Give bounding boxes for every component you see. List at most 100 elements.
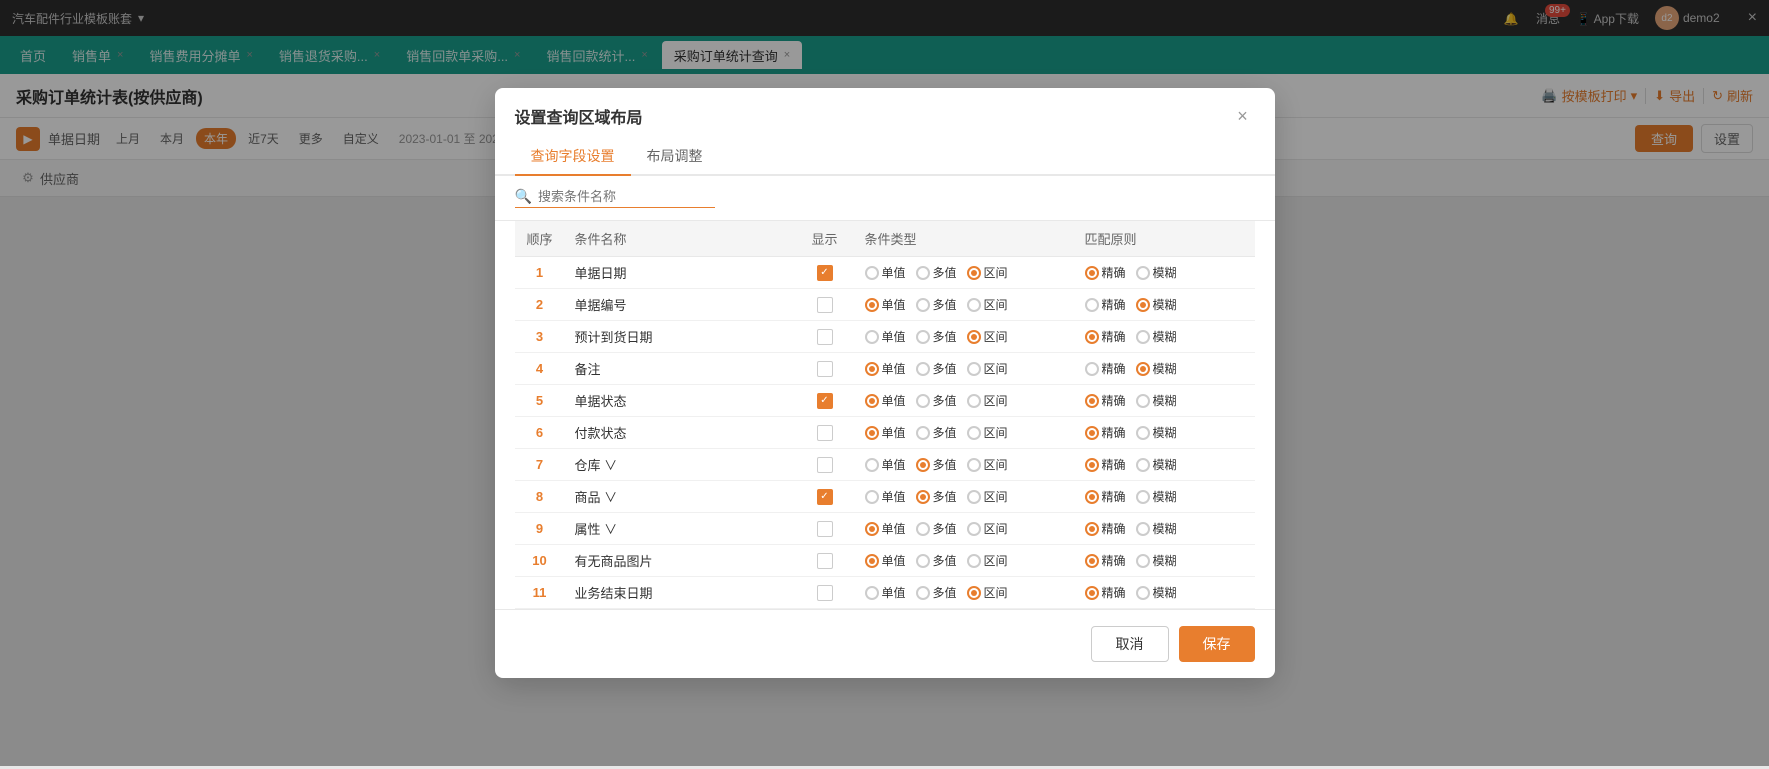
type-radio-多值-5[interactable]: 多值 <box>916 392 957 409</box>
rule-radio-精确-4[interactable]: 精确 <box>1085 360 1126 377</box>
rule-radio-模糊-1[interactable]: 模糊 <box>1136 264 1177 281</box>
rule-radio-模糊-10[interactable]: 模糊 <box>1136 552 1177 569</box>
order-num: 5 <box>536 393 543 408</box>
rule-radio-精确-2[interactable]: 精确 <box>1085 296 1126 313</box>
row-rule-1: 精确模糊 <box>1075 257 1255 289</box>
type-radio-单值-2[interactable]: 单值 <box>865 296 906 313</box>
rule-radio-模糊-2[interactable]: 模糊 <box>1136 296 1177 313</box>
rule-radio-模糊-7[interactable]: 模糊 <box>1136 456 1177 473</box>
type-radio-单值-6[interactable]: 单值 <box>865 424 906 441</box>
display-checkbox-10[interactable] <box>817 553 833 569</box>
rule-radio-精确-10[interactable]: 精确 <box>1085 552 1126 569</box>
radio-circle-rule-0 <box>1085 298 1099 312</box>
rule-radio-精确-7[interactable]: 精确 <box>1085 456 1126 473</box>
rule-radio-精确-11[interactable]: 精确 <box>1085 584 1126 601</box>
rule-radio-模糊-9[interactable]: 模糊 <box>1136 520 1177 537</box>
type-radio-单值-1[interactable]: 单值 <box>865 264 906 281</box>
row-name-3: 预计到货日期 <box>565 321 795 353</box>
display-checkbox-6[interactable] <box>817 425 833 441</box>
modal-header: 设置查询区域布局 × <box>495 88 1275 128</box>
radio-circle-rule-1 <box>1136 426 1150 440</box>
radio-circle-type-2 <box>967 522 981 536</box>
display-checkbox-11[interactable] <box>817 585 833 601</box>
rule-radio-精确-3[interactable]: 精确 <box>1085 328 1126 345</box>
rule-radio-精确-6[interactable]: 精确 <box>1085 424 1126 441</box>
display-checkbox-3[interactable] <box>817 329 833 345</box>
type-radio-区间-6[interactable]: 区间 <box>967 424 1008 441</box>
modal-dialog: 设置查询区域布局 × 查询字段设置 布局调整 🔍 顺序 <box>495 88 1275 678</box>
rule-radio-模糊-5[interactable]: 模糊 <box>1136 392 1177 409</box>
radio-circle-type-2 <box>967 490 981 504</box>
row-display-5: ✓ <box>795 385 855 417</box>
rule-radio-精确-5[interactable]: 精确 <box>1085 392 1126 409</box>
row-order-2: 2 <box>515 289 565 321</box>
th-rule: 匹配原则 <box>1075 221 1255 257</box>
type-radio-单值-5[interactable]: 单值 <box>865 392 906 409</box>
type-radio-单值-10[interactable]: 单值 <box>865 552 906 569</box>
type-radio-区间-8[interactable]: 区间 <box>967 488 1008 505</box>
type-radio-多值-3[interactable]: 多值 <box>916 328 957 345</box>
type-radio-多值-1[interactable]: 多值 <box>916 264 957 281</box>
type-radio-多值-8[interactable]: 多值 <box>916 488 957 505</box>
radio-circle-type-0 <box>865 394 879 408</box>
rule-radio-精确-8[interactable]: 精确 <box>1085 488 1126 505</box>
type-radio-区间-5[interactable]: 区间 <box>967 392 1008 409</box>
rule-radio-模糊-4[interactable]: 模糊 <box>1136 360 1177 377</box>
modal-tab-fields[interactable]: 查询字段设置 <box>515 140 631 176</box>
display-checkbox-9[interactable] <box>817 521 833 537</box>
display-checkbox-5[interactable]: ✓ <box>817 393 833 409</box>
modal-close-button[interactable]: × <box>1231 104 1255 128</box>
row-display-10 <box>795 545 855 577</box>
type-radio-区间-9[interactable]: 区间 <box>967 520 1008 537</box>
row-rule-6: 精确模糊 <box>1075 417 1255 449</box>
row-type-5: 单值多值区间 <box>855 385 1075 417</box>
type-radio-多值-7[interactable]: 多值 <box>916 456 957 473</box>
type-radio-单值-3[interactable]: 单值 <box>865 328 906 345</box>
display-checkbox-1[interactable]: ✓ <box>817 265 833 281</box>
type-radio-区间-11[interactable]: 区间 <box>967 584 1008 601</box>
rule-radio-模糊-3[interactable]: 模糊 <box>1136 328 1177 345</box>
type-radio-区间-3[interactable]: 区间 <box>967 328 1008 345</box>
rule-radio-模糊-6[interactable]: 模糊 <box>1136 424 1177 441</box>
row-order-10: 10 <box>515 545 565 577</box>
type-radio-多值-9[interactable]: 多值 <box>916 520 957 537</box>
display-checkbox-4[interactable] <box>817 361 833 377</box>
display-checkbox-8[interactable]: ✓ <box>817 489 833 505</box>
radio-circle-type-2 <box>967 458 981 472</box>
type-radio-区间-4[interactable]: 区间 <box>967 360 1008 377</box>
rule-radio-模糊-11[interactable]: 模糊 <box>1136 584 1177 601</box>
display-checkbox-2[interactable] <box>817 297 833 313</box>
search-input[interactable] <box>538 189 715 204</box>
radio-circle-rule-0 <box>1085 426 1099 440</box>
type-radio-单值-4[interactable]: 单值 <box>865 360 906 377</box>
modal-tab-layout[interactable]: 布局调整 <box>631 140 719 176</box>
type-radio-多值-10[interactable]: 多值 <box>916 552 957 569</box>
rule-radio-精确-9[interactable]: 精确 <box>1085 520 1126 537</box>
display-checkbox-7[interactable] <box>817 457 833 473</box>
type-radio-单值-8[interactable]: 单值 <box>865 488 906 505</box>
type-radio-单值-7[interactable]: 单值 <box>865 456 906 473</box>
type-radio-区间-1[interactable]: 区间 <box>967 264 1008 281</box>
radio-circle-rule-1 <box>1136 490 1150 504</box>
th-name: 条件名称 <box>565 221 795 257</box>
save-button[interactable]: 保存 <box>1179 626 1255 662</box>
row-type-10: 单值多值区间 <box>855 545 1075 577</box>
type-radio-多值-2[interactable]: 多值 <box>916 296 957 313</box>
type-radio-多值-4[interactable]: 多值 <box>916 360 957 377</box>
rule-radio-精确-1[interactable]: 精确 <box>1085 264 1126 281</box>
cancel-button[interactable]: 取消 <box>1091 626 1169 662</box>
radio-circle-rule-0 <box>1085 522 1099 536</box>
type-radio-多值-11[interactable]: 多值 <box>916 584 957 601</box>
row-type-7: 单值多值区间 <box>855 449 1075 481</box>
row-name-1: 单据日期 <box>565 257 795 289</box>
type-radio-单值-11[interactable]: 单值 <box>865 584 906 601</box>
radio-circle-rule-0 <box>1085 362 1099 376</box>
type-radio-区间-7[interactable]: 区间 <box>967 456 1008 473</box>
rule-radio-模糊-8[interactable]: 模糊 <box>1136 488 1177 505</box>
type-radio-区间-10[interactable]: 区间 <box>967 552 1008 569</box>
type-radio-多值-6[interactable]: 多值 <box>916 424 957 441</box>
type-radio-区间-2[interactable]: 区间 <box>967 296 1008 313</box>
search-underline: 🔍 <box>515 188 715 208</box>
type-radio-单值-9[interactable]: 单值 <box>865 520 906 537</box>
row-type-2: 单值多值区间 <box>855 289 1075 321</box>
